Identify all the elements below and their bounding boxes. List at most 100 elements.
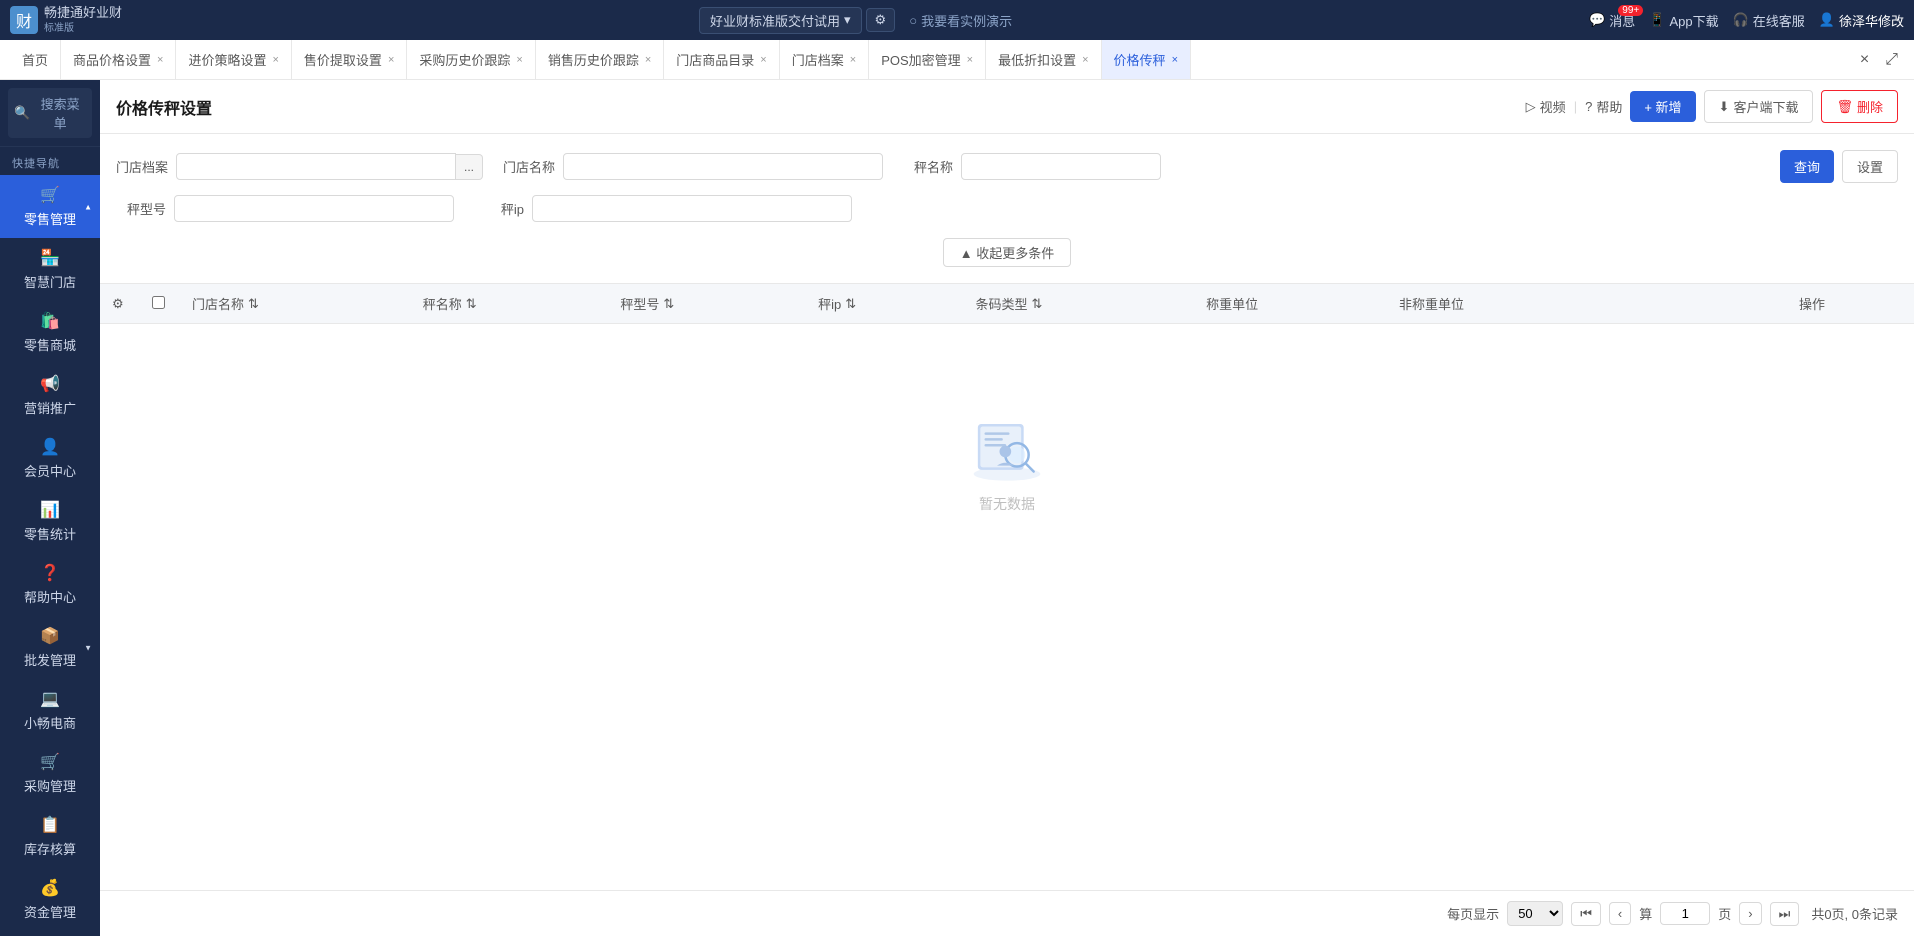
store-name-input[interactable] [563, 153, 883, 180]
tab-close-icon[interactable]: × [1172, 54, 1178, 66]
th-barcode-type[interactable]: 条码类型 ⇅ [963, 284, 1194, 324]
topbar-settings-button[interactable]: ⚙ [866, 8, 896, 32]
sidebar-item-smart-store[interactable]: 🏪 智慧门店 [0, 238, 100, 301]
tab-store-profile[interactable]: 门店档案 × [780, 40, 869, 80]
prev-page-button[interactable]: ‹ [1609, 902, 1631, 925]
th-scale-ip[interactable]: 秤ip ⇅ [806, 284, 963, 324]
search-icon: 🔍 [14, 105, 30, 121]
scale-model-input[interactable] [174, 195, 454, 222]
user-name: 徐泽华修改 [1839, 11, 1904, 30]
smart-store-icon: 🏪 [40, 248, 60, 268]
tab-close-icon[interactable]: × [157, 54, 163, 66]
per-page-select[interactable]: 50 10 20 100 [1507, 901, 1563, 926]
tab-close-icon[interactable]: × [272, 54, 278, 66]
tab-sale-extract[interactable]: 售价提取设置 × [292, 40, 407, 80]
th-store-name[interactable]: 门店名称 ⇅ [180, 284, 411, 324]
delete-button[interactable]: 🗑 删除 [1821, 90, 1898, 123]
tab-bar-actions: × ⤢ [1852, 47, 1914, 73]
tab-home[interactable]: 首页 [10, 40, 61, 80]
th-scale-name[interactable]: 秤名称 ⇅ [411, 284, 609, 324]
sidebar-item-finance[interactable]: 💰 资金管理 [0, 868, 100, 931]
search-form: 门店档案 ... 门店名称 秤名称 查询 [100, 134, 1914, 284]
select-all-checkbox[interactable] [152, 296, 165, 309]
tab-purchase-history[interactable]: 采购历史价跟踪 × [407, 40, 535, 80]
scale-name-input[interactable] [961, 153, 1161, 180]
tab-sale-history[interactable]: 销售历史价跟踪 × [536, 40, 664, 80]
sidebar-item-marketing[interactable]: 📢 营销推广 [0, 364, 100, 427]
th-scale-model[interactable]: 秤型号 ⇅ [608, 284, 806, 324]
help-link[interactable]: ? 帮助 [1585, 97, 1622, 116]
tab-close-icon[interactable]: × [760, 54, 766, 66]
sidebar-item-small-ecommerce[interactable]: 💻 小畅电商 [0, 679, 100, 742]
video-icon: ▷ [1526, 99, 1536, 115]
store-profile-browse-button[interactable]: ... [456, 154, 483, 180]
first-page-button[interactable]: ⏮ [1571, 902, 1601, 926]
active-tab-label: 价格传秤 [1114, 50, 1166, 69]
tab-close-icon[interactable]: × [516, 54, 522, 66]
sidebar-item-retail-stats[interactable]: 📊 零售统计 [0, 490, 100, 553]
store-profile-label: 门店档案 [116, 157, 168, 176]
download-client-button[interactable]: ⬇ 客户端下载 [1704, 90, 1814, 123]
table-wrapper: ⚙ 门店名称 ⇅ 秤名称 [100, 284, 1914, 890]
sidebar-item-wholesale-manage[interactable]: 📦 批发管理 [0, 616, 100, 679]
tab-close-icon[interactable]: × [967, 54, 973, 66]
page-number-input[interactable] [1660, 902, 1710, 925]
tab-close-icon[interactable]: × [1082, 54, 1088, 66]
online-service-button[interactable]: 🎧 在线客服 [1733, 11, 1805, 30]
tab-min-discount[interactable]: 最低折扣设置 × [986, 40, 1101, 80]
tab-purchase-strategy[interactable]: 进价策略设置 × [176, 40, 291, 80]
table-settings-icon[interactable]: ⚙ [112, 296, 124, 311]
add-button[interactable]: + 新增 [1630, 91, 1695, 122]
tab-close-icon[interactable]: × [850, 54, 856, 66]
help-center-icon: ❓ [40, 563, 60, 583]
tab-pos-manage[interactable]: POS加密管理 × [869, 40, 986, 80]
top-bar-right: 💬 消息 99+ 📱 App下载 🎧 在线客服 👤 徐泽华修改 [1589, 11, 1904, 30]
version-selector[interactable]: 好业财标准版交付试用 ▾ [699, 7, 862, 34]
sidebar-item-member-center[interactable]: 👤 会员中心 [0, 427, 100, 490]
demo-link[interactable]: ○ 我要看实例演示 [909, 11, 1012, 30]
message-button[interactable]: 💬 消息 99+ [1589, 11, 1635, 30]
scale-model-label: 秤型号 [116, 199, 166, 218]
next-page-button[interactable]: › [1739, 902, 1761, 925]
query-button[interactable]: 查询 [1780, 150, 1834, 183]
collapse-button[interactable]: ▲ 收起更多条件 [943, 238, 1071, 267]
th-settings[interactable]: ⚙ [100, 284, 140, 324]
form-item-scale-model: 秤型号 [116, 195, 454, 222]
tab-price-setting[interactable]: 商品价格设置 × [61, 40, 176, 80]
message-badge: 99+ [1618, 5, 1643, 16]
sidebar-item-help-center[interactable]: ❓ 帮助中心 [0, 553, 100, 616]
sidebar-item-purchase-manage[interactable]: 🛒 采购管理 [0, 742, 100, 805]
tab-expand-button[interactable]: ⤢ [1877, 47, 1906, 73]
last-page-button[interactable]: ⏭ [1770, 902, 1800, 926]
sidebar-item-inventory[interactable]: 📋 库存核算 [0, 805, 100, 868]
video-link[interactable]: ▷ 视频 [1526, 97, 1566, 116]
store-profile-input[interactable] [176, 153, 456, 180]
scale-ip-input[interactable] [532, 195, 852, 222]
user-menu[interactable]: 👤 徐泽华修改 [1819, 11, 1904, 30]
sidebar-item-retail-mall[interactable]: 🛍️ 零售商城 [0, 301, 100, 364]
table-body: 暂无数据 [100, 324, 1914, 595]
tab-close-all-button[interactable]: × [1852, 47, 1877, 73]
wholesale-manage-icon: 📦 [40, 626, 60, 646]
sidebar-search: 🔍 搜索菜单 [0, 80, 100, 147]
tab-price-scale[interactable]: 价格传秤 × [1102, 40, 1191, 80]
marketing-icon: 📢 [40, 374, 60, 394]
page-prefix-label: 算 [1639, 904, 1652, 923]
tab-store-catalog[interactable]: 门店商品目录 × [664, 40, 779, 80]
set-button[interactable]: 设置 [1842, 150, 1898, 183]
sidebar-nav-label: 快捷导航 [0, 147, 100, 175]
delete-icon: 🗑 [1836, 99, 1853, 115]
search-menu-button[interactable]: 🔍 搜索菜单 [8, 88, 92, 138]
form-item-scale-ip: 秤ip [474, 195, 852, 222]
app-download-button[interactable]: 📱 App下载 [1649, 11, 1718, 30]
settings-icon: ⚙ [875, 12, 887, 28]
empty-text: 暂无数据 [979, 494, 1035, 514]
user-icon: 👤 [1819, 12, 1835, 28]
tab-close-icon[interactable]: × [388, 54, 394, 66]
th-checkbox[interactable] [140, 284, 180, 324]
sidebar-item-general-ledger[interactable]: 📒 总账管理 [0, 931, 100, 936]
th-weight-unit: 称重单位 [1194, 284, 1387, 324]
pagination-total: 共0页, 0条记录 [1811, 904, 1898, 923]
sidebar-item-retail-manage[interactable]: 🛒 零售管理 [0, 175, 100, 238]
tab-close-icon[interactable]: × [645, 54, 651, 66]
